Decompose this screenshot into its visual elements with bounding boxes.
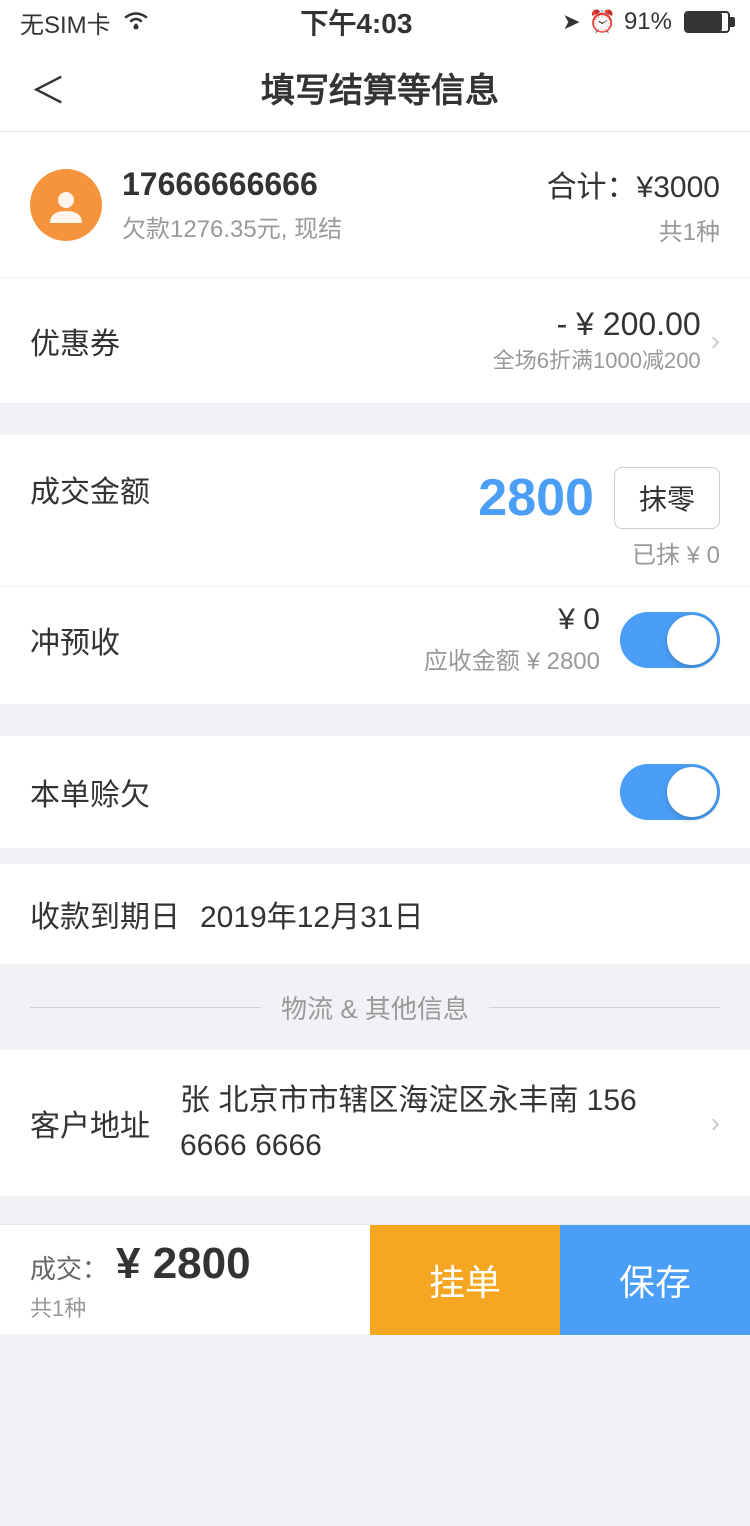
time-label: 下午4:03 bbox=[300, 2, 412, 42]
prepayment-right: ¥ 0 应收金额 ¥ 2800 bbox=[424, 603, 720, 676]
transaction-sub: 已抹 ¥ 0 bbox=[632, 535, 720, 570]
page-title: 填写结算等信息 bbox=[76, 63, 684, 112]
address-arrow-icon: › bbox=[711, 1107, 720, 1139]
section-divider-2 bbox=[0, 720, 750, 736]
transaction-amount-row: 成交金额 2800 抹零 已抹 ¥ 0 bbox=[0, 435, 750, 587]
section-divider-1 bbox=[0, 419, 750, 435]
due-date-label: 收款到期日 bbox=[30, 892, 180, 936]
prepayment-sub: 应收金额 ¥ 2800 bbox=[424, 641, 600, 676]
bottom-summary: 成交： ¥ 2800 共1种 bbox=[0, 1237, 370, 1323]
zero-button[interactable]: 抹零 bbox=[614, 467, 720, 529]
battery-label: 91% bbox=[624, 8, 672, 36]
bottom-label: 成交： bbox=[30, 1249, 108, 1286]
save-button[interactable]: 保存 bbox=[560, 1225, 750, 1335]
status-bar: 无SIM卡 下午4:03 ➤ ⏰ 91% bbox=[0, 0, 750, 44]
divider-line-right bbox=[489, 1007, 720, 1008]
status-left: 无SIM卡 bbox=[20, 5, 151, 40]
prepayment-row: 冲预收 ¥ 0 应收金额 ¥ 2800 bbox=[0, 587, 750, 704]
coupon-desc: 全场6折满1000减200 bbox=[493, 343, 701, 375]
bottom-amount: ¥ 2800 bbox=[116, 1239, 251, 1289]
prepayment-values: ¥ 0 应收金额 ¥ 2800 bbox=[424, 603, 600, 676]
due-date-value: 2019年12月31日 bbox=[200, 892, 423, 936]
address-value: 张 北京市市辖区海淀区永丰南 156 6666 6666 bbox=[180, 1078, 701, 1168]
credit-toggle-knob bbox=[667, 767, 717, 817]
customer-row: 17666666666 欠款1276.35元, 现结 合计：¥3000 共1种 bbox=[0, 132, 750, 277]
customer-info: 17666666666 欠款1276.35元, 现结 bbox=[122, 166, 342, 244]
pending-button[interactable]: 挂单 bbox=[370, 1225, 560, 1335]
transaction-value: 2800 bbox=[478, 468, 594, 528]
credit-row: 本单赊欠 bbox=[0, 736, 750, 848]
status-right: ➤ ⏰ 91% bbox=[562, 8, 730, 36]
address-section: 客户地址 张 北京市市辖区海淀区永丰南 156 6666 6666 › bbox=[0, 1050, 750, 1196]
customer-section: 17666666666 欠款1276.35元, 现结 合计：¥3000 共1种 … bbox=[0, 132, 750, 403]
divider-text: 物流 & 其他信息 bbox=[261, 989, 489, 1026]
prepayment-value: ¥ 0 bbox=[424, 603, 600, 637]
customer-phone: 17666666666 bbox=[122, 166, 342, 203]
carrier-label: 无SIM卡 bbox=[20, 5, 111, 40]
bottom-count: 共1种 bbox=[30, 1291, 340, 1323]
divider-line-left bbox=[30, 1007, 261, 1008]
location-icon: ➤ bbox=[562, 9, 580, 35]
customer-left: 17666666666 欠款1276.35元, 现结 bbox=[30, 166, 342, 244]
back-button[interactable]: ＜ bbox=[20, 52, 76, 124]
coupon-label: 优惠券 bbox=[30, 319, 120, 363]
nav-bar: ＜ 填写结算等信息 bbox=[0, 44, 750, 132]
total-amount: 合计：¥3000 bbox=[547, 162, 720, 206]
credit-label: 本单赊欠 bbox=[30, 770, 150, 814]
prepayment-toggle[interactable] bbox=[620, 612, 720, 668]
total-count: 共1种 bbox=[547, 212, 720, 247]
transaction-label: 成交金额 bbox=[30, 467, 150, 511]
logistics-divider: 物流 & 其他信息 bbox=[0, 965, 750, 1050]
prepayment-label: 冲预收 bbox=[30, 618, 120, 662]
coupon-right: - ¥ 200.00 全场6折满1000减200 › bbox=[493, 306, 720, 375]
bottom-bar: 成交： ¥ 2800 共1种 挂单 保存 bbox=[0, 1224, 750, 1334]
customer-debt: 欠款1276.35元, 现结 bbox=[122, 209, 342, 244]
avatar bbox=[30, 169, 102, 241]
due-date-section: 收款到期日 2019年12月31日 bbox=[0, 864, 750, 965]
due-date-row: 收款到期日 2019年12月31日 bbox=[0, 864, 750, 965]
bottom-spacer bbox=[0, 1416, 750, 1526]
battery-icon bbox=[684, 11, 730, 33]
alarm-icon: ⏰ bbox=[589, 9, 616, 35]
address-label: 客户地址 bbox=[30, 1101, 150, 1145]
credit-toggle[interactable] bbox=[620, 764, 720, 820]
transaction-right: 2800 抹零 已抹 ¥ 0 bbox=[478, 467, 720, 570]
coupon-value: - ¥ 200.00 bbox=[493, 306, 701, 343]
customer-right: 合计：¥3000 共1种 bbox=[547, 162, 720, 247]
coupon-arrow-icon: › bbox=[711, 325, 720, 357]
transaction-value-area: 2800 抹零 bbox=[478, 467, 720, 529]
toggle-knob bbox=[667, 615, 717, 665]
wifi-icon bbox=[121, 8, 151, 37]
transaction-section: 成交金额 2800 抹零 已抹 ¥ 0 冲预收 ¥ 0 应收金额 ¥ 2800 bbox=[0, 435, 750, 704]
coupon-row[interactable]: 优惠券 - ¥ 200.00 全场6折满1000减200 › bbox=[0, 277, 750, 403]
credit-section: 本单赊欠 bbox=[0, 736, 750, 848]
address-row[interactable]: 客户地址 张 北京市市辖区海淀区永丰南 156 6666 6666 › bbox=[0, 1050, 750, 1196]
